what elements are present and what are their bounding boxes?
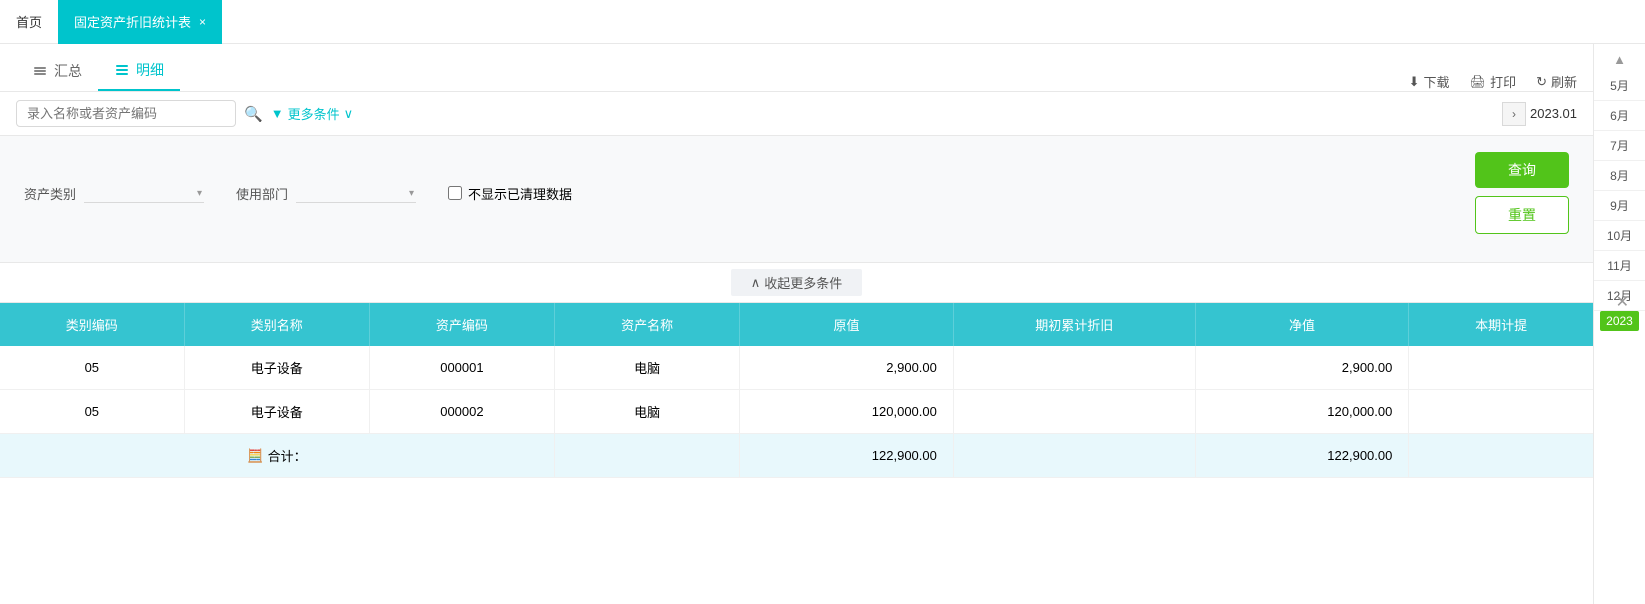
- table-total-row: 🧮 合计： 122,900.00 122,900.00: [0, 434, 1593, 478]
- data-table: 类别编码 类别名称 资产编码 资产名称 原值 期初累计折旧 净值 本期计提 05…: [0, 303, 1593, 478]
- col-category-code: 类别编码: [0, 303, 184, 346]
- total-asset-name: [555, 434, 740, 478]
- cell-asset-code: 000001: [369, 346, 554, 390]
- tab-label: 固定资产折旧统计表: [74, 12, 191, 31]
- search-input[interactable]: [16, 100, 236, 127]
- department-select[interactable]: [296, 183, 416, 203]
- tab-summary[interactable]: 汇总: [16, 51, 98, 91]
- chevron-down-icon: ∨: [344, 106, 354, 122]
- layers-icon: [32, 63, 48, 79]
- total-net-value: 122,900.00: [1195, 434, 1409, 478]
- cell-category-name: 电子设备: [184, 390, 369, 434]
- year-badge: 2023: [1600, 311, 1639, 331]
- month-item-7[interactable]: 7月: [1594, 131, 1645, 161]
- tab-detail[interactable]: 明细: [98, 51, 180, 91]
- table-header-row: 类别编码 类别名称 资产编码 资产名称 原值 期初累计折旧 净值 本期计提: [0, 303, 1593, 346]
- col-net-value: 净值: [1195, 303, 1409, 346]
- hide-cleared-label[interactable]: 不显示已清理数据: [468, 184, 572, 203]
- download-icon: ⬇: [1409, 74, 1420, 90]
- department-label: 使用部门: [236, 184, 288, 203]
- col-asset-code: 资产编码: [369, 303, 554, 346]
- col-original-value: 原值: [740, 303, 954, 346]
- table-row: 05 电子设备 000002 电脑 120,000.00 120,000.00: [0, 390, 1593, 434]
- col-category-name: 类别名称: [184, 303, 369, 346]
- tab-detail-label: 明细: [136, 60, 164, 80]
- month-item-6[interactable]: 6月: [1594, 101, 1645, 131]
- tab-close-icon[interactable]: ×: [199, 15, 206, 29]
- asset-category-filter: 资产类别: [24, 183, 204, 203]
- cell-original-value: 2,900.00: [740, 346, 954, 390]
- month-item-10[interactable]: 10月: [1594, 221, 1645, 251]
- cell-current-dep: [1409, 390, 1593, 434]
- month-item-8[interactable]: 8月: [1594, 161, 1645, 191]
- cell-accumulated-dep: [953, 346, 1195, 390]
- window-close-icon[interactable]: ✕: [1616, 292, 1629, 312]
- top-nav: 首页 固定资产折旧统计表 × ✕: [0, 0, 1645, 44]
- sidebar-up-icon[interactable]: ▲: [1594, 48, 1645, 71]
- filter-icon: ▼: [271, 106, 284, 121]
- chevron-up-icon: ∧: [751, 275, 761, 291]
- refresh-icon: ↻: [1536, 74, 1547, 90]
- table-container: 类别编码 类别名称 资产编码 资产名称 原值 期初累计折旧 净值 本期计提 05…: [0, 303, 1593, 604]
- active-tab[interactable]: 固定资产折旧统计表 ×: [58, 0, 222, 44]
- hide-cleared-checkbox[interactable]: [448, 186, 462, 200]
- cell-current-dep: [1409, 346, 1593, 390]
- filter-btn-group: 查询 重置: [1475, 152, 1569, 234]
- collapse-button[interactable]: ∧ 收起更多条件: [731, 269, 863, 296]
- table-row: 05 电子设备 000001 电脑 2,900.00 2,900.00: [0, 346, 1593, 390]
- cell-asset-name: 电脑: [555, 390, 740, 434]
- col-accumulated-depreciation: 期初累计折旧: [953, 303, 1195, 346]
- content-area: 汇总 明细 ⬇ 下载 🖨 打印: [0, 44, 1645, 604]
- date-nav: › 2023.01: [1502, 102, 1577, 126]
- total-current-dep: [1409, 434, 1593, 478]
- filter-row-1: 资产类别 使用部门: [24, 152, 1569, 234]
- reset-button[interactable]: 重置: [1475, 196, 1569, 234]
- cell-net-value: 120,000.00: [1195, 390, 1409, 434]
- cell-asset-name: 电脑: [555, 346, 740, 390]
- cell-category-code: 05: [0, 390, 184, 434]
- date-value: 2023.01: [1530, 106, 1577, 121]
- tab-summary-label: 汇总: [54, 61, 82, 81]
- print-icon: 🖨: [1470, 74, 1487, 90]
- print-btn[interactable]: 🖨 打印: [1470, 72, 1517, 91]
- col-asset-name: 资产名称: [555, 303, 740, 346]
- hide-cleared-filter: 不显示已清理数据: [448, 184, 572, 203]
- cell-accumulated-dep: [953, 390, 1195, 434]
- cell-net-value: 2,900.00: [1195, 346, 1409, 390]
- col-current-depreciation: 本期计提: [1409, 303, 1593, 346]
- asset-category-select[interactable]: [84, 183, 204, 203]
- right-sidebar: ▲ 5月 6月 7月 8月 9月 10月 11月 12月 2023: [1593, 44, 1645, 604]
- date-nav-arrow-left[interactable]: ›: [1502, 102, 1526, 126]
- filter-bar: 🔍 ▼ 更多条件 ∨ › 2023.01: [0, 92, 1593, 136]
- asset-category-label: 资产类别: [24, 184, 76, 203]
- total-accumulated-dep: [953, 434, 1195, 478]
- department-select-wrapper: [296, 183, 416, 203]
- main-panel: 汇总 明细 ⬇ 下载 🖨 打印: [0, 44, 1593, 604]
- asset-category-select-wrapper: [84, 183, 204, 203]
- sub-tabs-bar: 汇总 明细 ⬇ 下载 🖨 打印: [0, 44, 1593, 92]
- collapse-bar: ∧ 收起更多条件: [0, 263, 1593, 303]
- cell-category-code: 05: [0, 346, 184, 390]
- download-btn[interactable]: ⬇ 下载: [1409, 72, 1450, 91]
- total-original-value: 122,900.00: [740, 434, 954, 478]
- total-label-cell: 🧮 合计：: [0, 434, 555, 478]
- advanced-filter: 资产类别 使用部门: [0, 136, 1593, 263]
- department-filter: 使用部门: [236, 183, 416, 203]
- month-item-9[interactable]: 9月: [1594, 191, 1645, 221]
- calculator-icon: 🧮: [247, 448, 263, 464]
- list-icon: [114, 62, 130, 78]
- query-button[interactable]: 查询: [1475, 152, 1569, 188]
- tab-actions: ⬇ 下载 🖨 打印 ↻ 刷新: [1409, 72, 1577, 91]
- cell-category-name: 电子设备: [184, 346, 369, 390]
- search-icon[interactable]: 🔍: [244, 105, 263, 123]
- cell-asset-code: 000002: [369, 390, 554, 434]
- month-item-11[interactable]: 11月: [1594, 251, 1645, 281]
- month-item-5[interactable]: 5月: [1594, 71, 1645, 101]
- refresh-btn[interactable]: ↻ 刷新: [1536, 72, 1577, 91]
- more-conditions-btn[interactable]: ▼ 更多条件 ∨: [271, 104, 353, 123]
- cell-original-value: 120,000.00: [740, 390, 954, 434]
- home-link[interactable]: 首页: [16, 12, 58, 31]
